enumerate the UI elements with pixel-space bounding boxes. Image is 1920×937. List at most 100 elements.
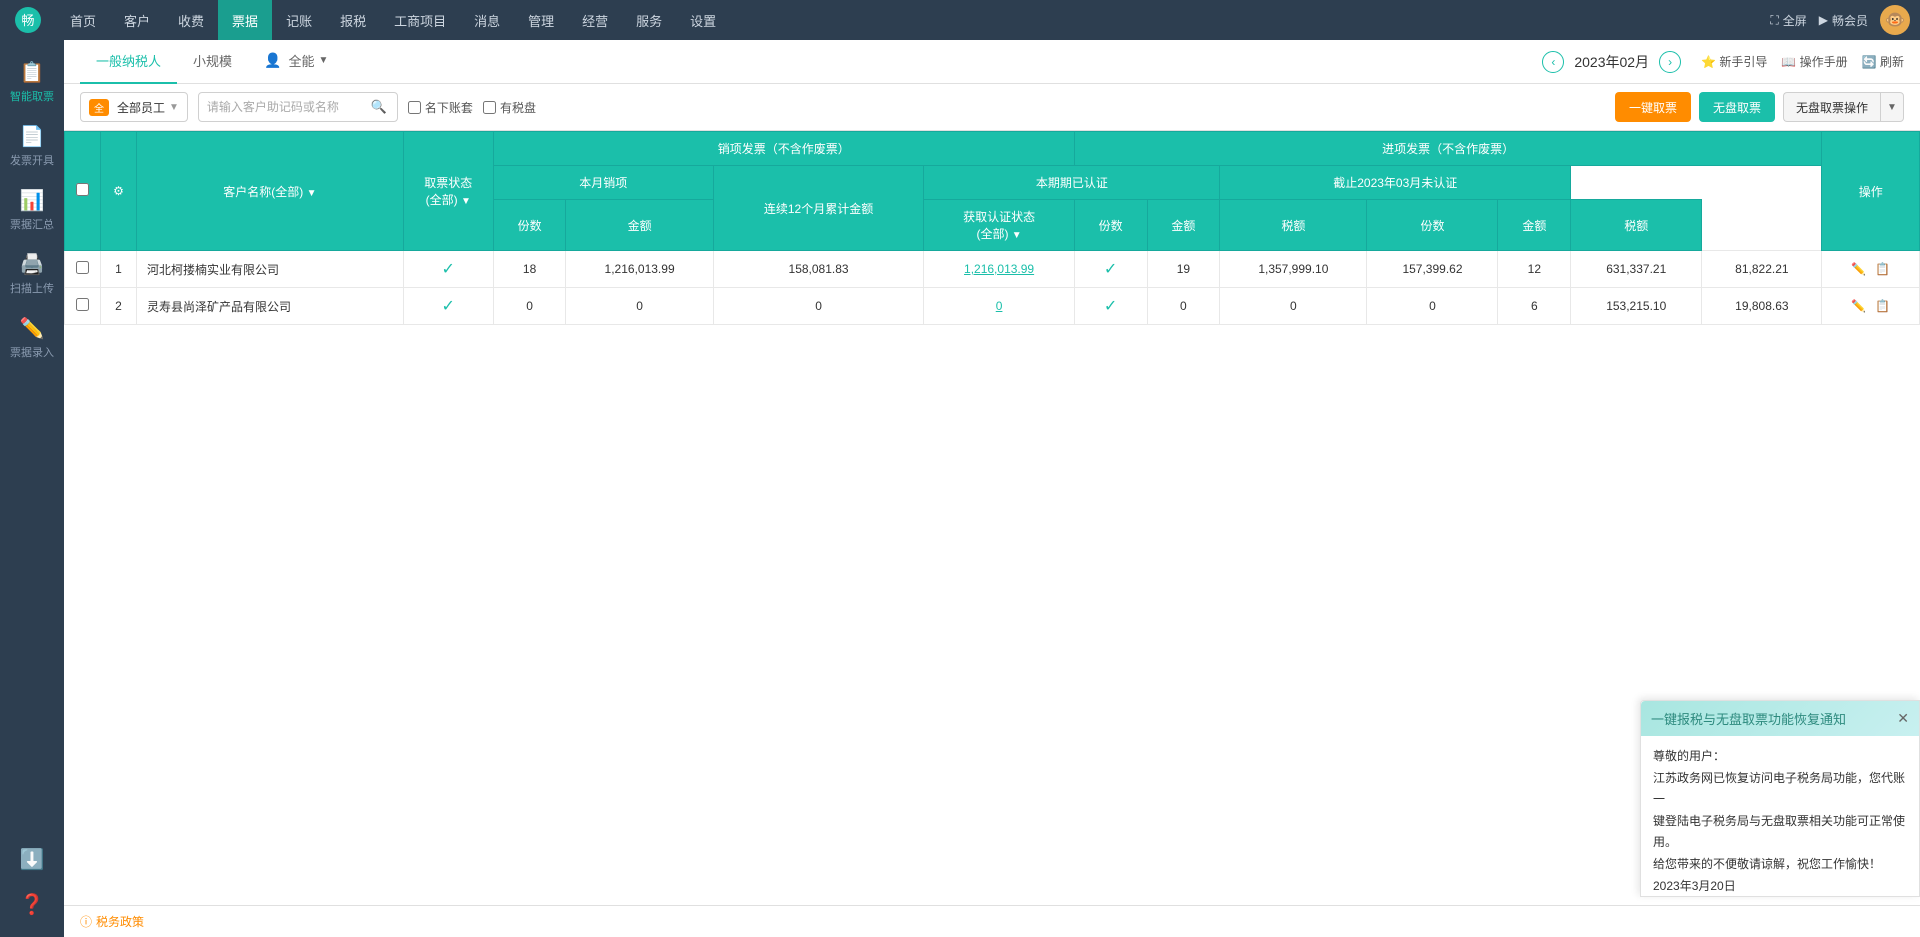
sidebar-item-scan-upload[interactable]: 🖨️ 扫描上传	[0, 242, 64, 306]
member-btn[interactable]: ▶ 畅会员	[1819, 12, 1868, 29]
user-avatar[interactable]: 🐵	[1880, 5, 1910, 35]
filter-icon-3[interactable]: ▼	[1012, 230, 1022, 241]
no-disk-fetch-btn[interactable]: 无盘取票	[1699, 92, 1775, 122]
row2-sales-count: 0	[493, 288, 566, 325]
top-navigation: 畅 首页 客户 收费 票据 记账 报税 工商项目 消息 管理 经营 服务 设置 …	[0, 0, 1920, 40]
nav-settings[interactable]: 设置	[676, 0, 730, 40]
table-header-row1: ⚙ 客户名称(全部) ▼ 取票状态(全部) ▼ 销项发票（不含作废票） 进项发票…	[65, 132, 1920, 166]
person-icon: 👤	[264, 52, 281, 69]
row2-checkbox[interactable]	[65, 288, 101, 325]
notification-line-1: 江苏政务网已恢复访问电子税务局功能，您代账一	[1653, 768, 1907, 811]
search-icon[interactable]: 🔍	[371, 99, 387, 115]
new-guide-btn[interactable]: ⭐ 新手引导	[1701, 53, 1767, 70]
nav-tax[interactable]: 报税	[326, 0, 380, 40]
th-cert-status: 获取认证状态(全部) ▼	[924, 200, 1074, 251]
manual-btn[interactable]: 📖 操作手册	[1781, 53, 1847, 70]
nav-client[interactable]: 客户	[110, 0, 164, 40]
notification-popup: 一键报税与无盘取票功能恢复通知 ✕ 尊敬的用户： 江苏政务网已恢复访问电子税务局…	[1640, 700, 1920, 897]
row1-sales-tax: 158,081.83	[713, 251, 924, 288]
chevron-down-icon: ▼	[169, 102, 179, 113]
employee-select[interactable]: 全 全部员工 ▼	[80, 92, 188, 122]
edit-icon[interactable]: ✏️	[1851, 262, 1866, 276]
search-input[interactable]	[207, 100, 367, 114]
row1-uncert-count: 12	[1498, 251, 1571, 288]
tab-small-scale[interactable]: 小规模	[177, 40, 248, 84]
row2-company: 灵寿县尚泽矿产品有限公司	[137, 288, 404, 325]
tax-policy-link[interactable]: ⓘ 税务政策	[80, 913, 144, 930]
check-circle-icon-4: ✓	[1104, 298, 1117, 315]
view-icon-2[interactable]: 📋	[1875, 299, 1890, 313]
row1-company: 河北柯搂楠实业有限公司	[137, 251, 404, 288]
nav-service[interactable]: 服务	[622, 0, 676, 40]
checkbox-tax-disk-input[interactable]	[483, 101, 496, 114]
row1-cumulative[interactable]: 1,216,013.99	[924, 251, 1074, 288]
sidebar-item-invoice-entry[interactable]: ✏️ 票据录入	[0, 306, 64, 370]
nav-manage[interactable]: 管理	[514, 0, 568, 40]
filter-icon-2[interactable]: ▼	[461, 196, 471, 207]
th-monthly-sales: 本月销项	[493, 166, 713, 200]
refresh-btn[interactable]: 🔄 刷新	[1862, 53, 1904, 70]
row1-status: ✓	[403, 251, 493, 288]
nav-menu: 首页 客户 收费 票据 记账 报税 工商项目 消息 管理 经营 服务 设置	[56, 0, 1770, 40]
row2-cert-status: ✓	[1074, 288, 1147, 325]
left-sidebar: 📋 智能取票 📄 发票开具 📊 票据汇总 🖨️ 扫描上传 ✏️ 票据录入 ⬇️ …	[0, 40, 64, 937]
no-disk-ops-main[interactable]: 无盘取票操作	[1783, 92, 1880, 122]
checkbox-account[interactable]: 名下账套	[408, 99, 473, 116]
sidebar-item-help[interactable]: ❓	[0, 882, 64, 927]
nav-business[interactable]: 工商项目	[380, 0, 460, 40]
row1-cert-amount: 1,357,999.10	[1220, 251, 1367, 288]
row2-uncert-count: 6	[1498, 288, 1571, 325]
th-company-name: 客户名称(全部) ▼	[137, 132, 404, 251]
table-row: 2 灵寿县尚泽矿产品有限公司 ✓ 0 0 0 0 ✓ 0 0	[65, 288, 1920, 325]
th-uncert-amount: 金额	[1498, 200, 1571, 251]
checkbox-account-input[interactable]	[408, 101, 421, 114]
nav-operation[interactable]: 经营	[568, 0, 622, 40]
download-icon: ⬇️	[20, 847, 45, 872]
nav-message[interactable]: 消息	[460, 0, 514, 40]
th-sales-invoice-group: 销项发票（不含作废票）	[493, 132, 1074, 166]
sidebar-item-smart-fetch[interactable]: 📋 智能取票	[0, 50, 64, 114]
th-checkbox	[65, 132, 101, 251]
notification-scroll[interactable]: 尊敬的用户： 江苏政务网已恢复访问电子税务局功能，您代账一 键登陆电子税务局与无…	[1641, 736, 1919, 896]
nav-invoice[interactable]: 票据	[218, 0, 272, 40]
row2-sales-tax: 0	[713, 288, 924, 325]
notification-body: 尊敬的用户： 江苏政务网已恢复访问电子税务局功能，您代账一 键登陆电子税务局与无…	[1641, 736, 1919, 896]
tab-general-taxpayer[interactable]: 一般纳税人	[80, 40, 177, 84]
no-disk-ops-dropdown[interactable]: ▼	[1880, 92, 1904, 122]
video-icon: ▶	[1819, 13, 1828, 27]
notification-close-btn[interactable]: ✕	[1897, 710, 1909, 727]
th-settings: ⚙	[101, 132, 137, 251]
prev-month-btn[interactable]: ‹	[1542, 51, 1564, 73]
dropdown-icon: ▼	[318, 55, 328, 66]
filter-icon[interactable]: ▼	[307, 188, 317, 199]
nav-home[interactable]: 首页	[56, 0, 110, 40]
row2-cumulative[interactable]: 0	[924, 288, 1074, 325]
no-disk-ops-btn: 无盘取票操作 ▼	[1783, 92, 1904, 122]
th-operation: 操作	[1822, 132, 1920, 251]
select-all-checkbox[interactable]	[76, 183, 89, 196]
sidebar-item-invoice-open[interactable]: 📄 发票开具	[0, 114, 64, 178]
th-period-certified: 本期期已认证	[924, 166, 1220, 200]
next-month-btn[interactable]: ›	[1659, 51, 1681, 73]
checkbox-tax-disk[interactable]: 有税盘	[483, 99, 536, 116]
edit-icon-2[interactable]: ✏️	[1851, 299, 1866, 313]
one-click-fetch-btn[interactable]: 一键取票	[1615, 92, 1691, 122]
sidebar-bottom: ⬇️ ❓	[0, 837, 64, 937]
app-logo: 畅	[10, 2, 46, 38]
guide-icon: ⭐	[1701, 55, 1716, 69]
refresh-icon: 🔄	[1862, 55, 1877, 69]
tab-all-capability[interactable]: 👤 全能 ▼	[248, 40, 344, 84]
view-icon[interactable]: 📋	[1875, 262, 1890, 276]
nav-accounting[interactable]: 记账	[272, 0, 326, 40]
tab-bar: 一般纳税人 小规模 👤 全能 ▼ ‹ 2023年02月 › ⭐ 新手引导 📖 操…	[64, 40, 1920, 84]
fullscreen-btn[interactable]: ⛶ 全屏	[1770, 12, 1806, 29]
dropdown-arrow-icon: ▼	[1887, 102, 1897, 113]
th-uncert-tax: 税额	[1571, 200, 1702, 251]
sidebar-item-invoice-summary[interactable]: 📊 票据汇总	[0, 178, 64, 242]
nav-fee[interactable]: 收费	[164, 0, 218, 40]
row1-checkbox[interactable]	[65, 251, 101, 288]
sidebar-item-download[interactable]: ⬇️	[0, 837, 64, 882]
check-circle-icon-3: ✓	[442, 298, 455, 315]
row2-sales-amount: 0	[566, 288, 713, 325]
tag-icon: 全	[89, 99, 113, 116]
